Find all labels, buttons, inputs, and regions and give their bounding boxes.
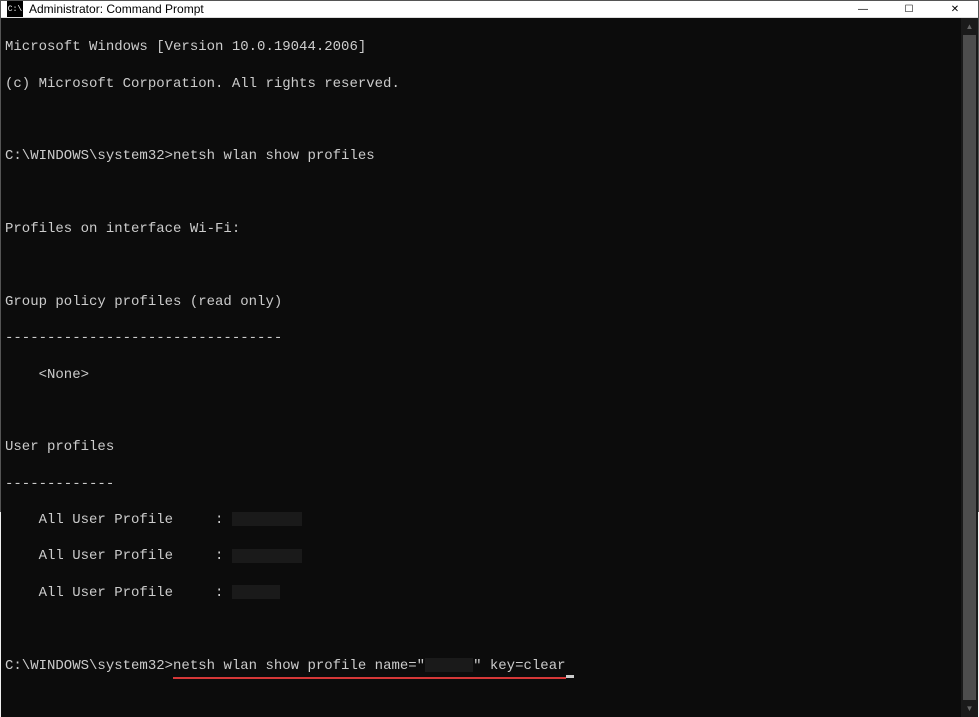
scroll-track[interactable] [961, 35, 978, 700]
prompt-path: C:\WINDOWS\system32> [5, 658, 173, 674]
prompt-line: C:\WINDOWS\system32>netsh wlan show prof… [5, 147, 957, 165]
scroll-up-arrow-icon[interactable]: ▲ [961, 18, 978, 35]
command-prompt-window: C:\ Administrator: Command Prompt — ☐ ✕ … [0, 0, 979, 512]
redacted-profile-name [425, 658, 473, 672]
output-section-header: Profiles on interface Wi-Fi: [5, 220, 957, 238]
redacted-profile-name [232, 549, 302, 563]
window-controls: — ☐ ✕ [840, 1, 978, 17]
output-divider: ------------- [5, 475, 957, 493]
profile-row: All User Profile : [5, 511, 957, 529]
close-button[interactable]: ✕ [932, 1, 978, 17]
window-title: Administrator: Command Prompt [29, 2, 840, 16]
blank-line [5, 256, 957, 274]
highlighted-command: netsh wlan show profile name=" " key=clea… [173, 657, 565, 679]
terminal-wrapper: Microsoft Windows [Version 10.0.19044.20… [1, 18, 978, 717]
terminal-output[interactable]: Microsoft Windows [Version 10.0.19044.20… [1, 18, 961, 717]
blank-line [5, 402, 957, 420]
output-none: <None> [5, 366, 957, 384]
output-line: (c) Microsoft Corporation. All rights re… [5, 75, 957, 93]
profile-prefix: All User Profile : [5, 585, 232, 601]
titlebar[interactable]: C:\ Administrator: Command Prompt — ☐ ✕ [1, 1, 978, 18]
command-part: " key=clear [473, 658, 565, 674]
output-group-header: Group policy profiles (read only) [5, 293, 957, 311]
vertical-scrollbar[interactable]: ▲ ▼ [961, 18, 978, 717]
blank-line [5, 111, 957, 129]
command-part: netsh wlan show profile name=" [173, 658, 425, 674]
profile-row: All User Profile : [5, 584, 957, 602]
app-icon: C:\ [7, 1, 23, 17]
profile-prefix: All User Profile : [5, 512, 232, 528]
maximize-button[interactable]: ☐ [886, 1, 932, 17]
profile-prefix: All User Profile : [5, 548, 232, 564]
command-text: netsh wlan show profiles [173, 148, 375, 164]
blank-line [5, 184, 957, 202]
profile-row: All User Profile : [5, 547, 957, 565]
scroll-thumb[interactable] [963, 35, 976, 700]
redacted-profile-name [232, 512, 302, 526]
output-divider: --------------------------------- [5, 329, 957, 347]
output-line: Microsoft Windows [Version 10.0.19044.20… [5, 38, 957, 56]
minimize-button[interactable]: — [840, 1, 886, 17]
scroll-down-arrow-icon[interactable]: ▼ [961, 700, 978, 717]
prompt-line: C:\WINDOWS\system32>netsh wlan show prof… [5, 657, 957, 679]
blank-line [5, 620, 957, 638]
output-user-header: User profiles [5, 438, 957, 456]
redacted-profile-name [232, 585, 280, 599]
text-cursor [566, 675, 574, 678]
prompt-path: C:\WINDOWS\system32> [5, 148, 173, 164]
